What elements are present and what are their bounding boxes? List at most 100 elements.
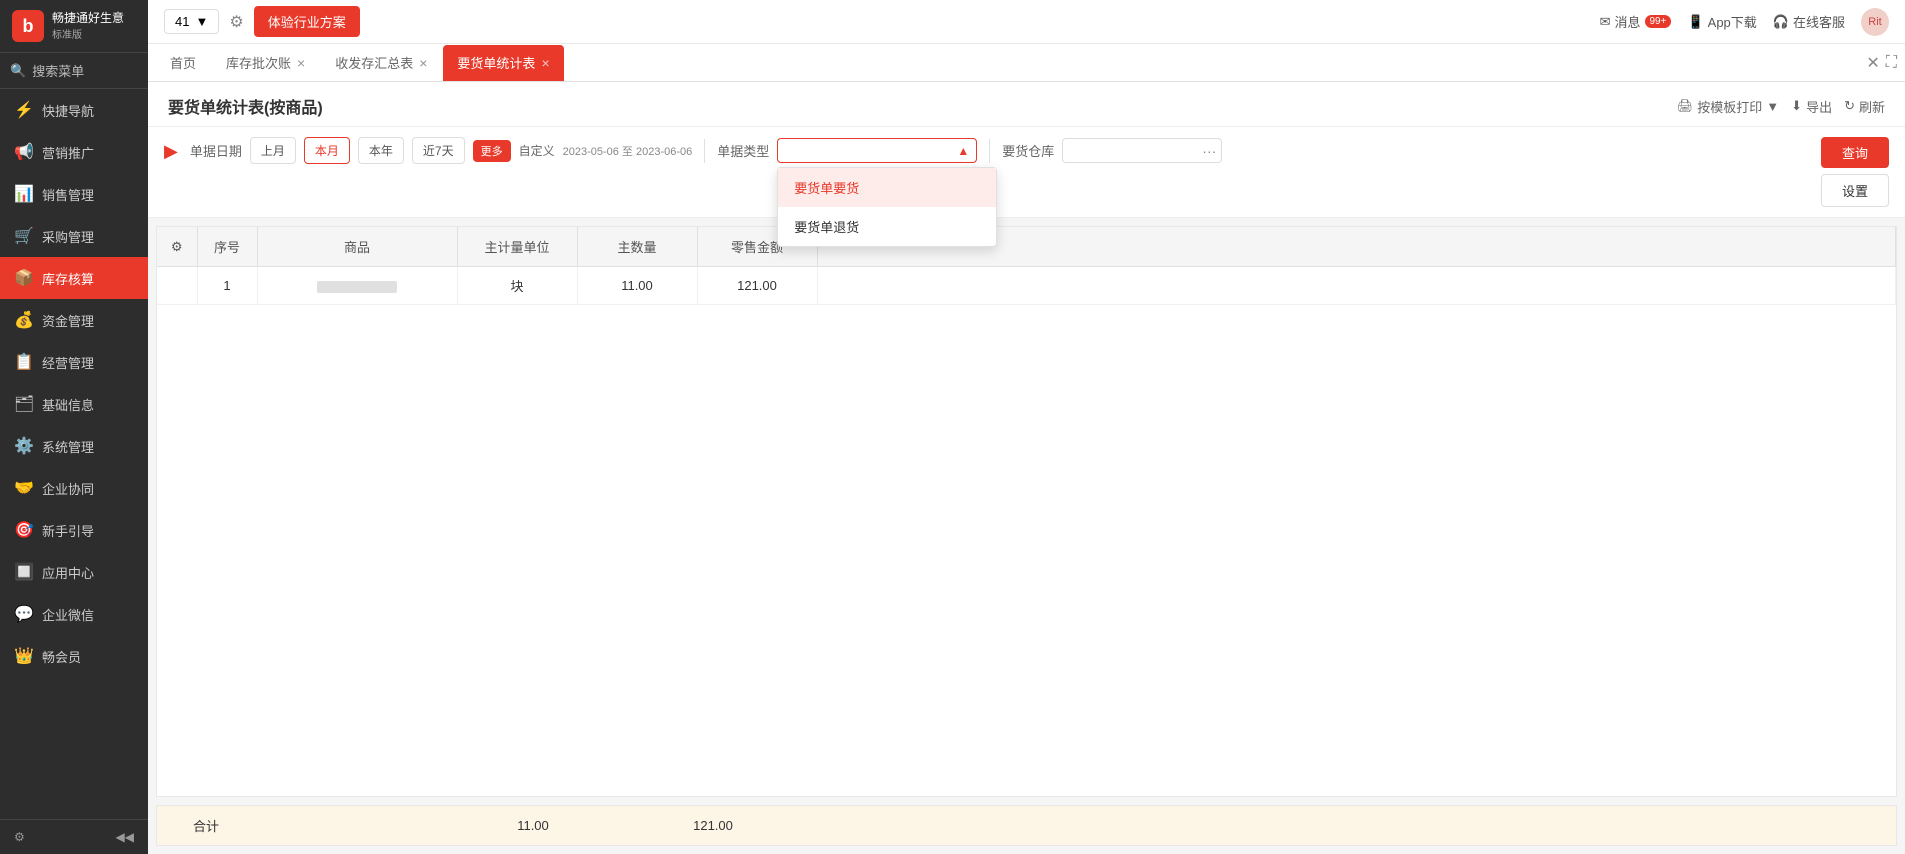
sidebar-collapse-btn[interactable]: ◀◀ — [116, 830, 134, 844]
print-button[interactable]: 🖨 按模板打印 ▼ — [1677, 97, 1779, 116]
warehouse-more-icon[interactable]: ··· — [1202, 143, 1216, 159]
type-option-yaohuo[interactable]: 要货单要货 — [778, 168, 996, 207]
main-content: 41 ▼ ⚙ 体验行业方案 ✉ 消息 99+ 📱 App下载 🎧 在线客服 Ri… — [148, 0, 1905, 854]
page-header: 要货单统计表(按商品) 🖨 按模板打印 ▼ ⬇ 导出 ↻ 刷新 — [148, 82, 1905, 127]
header-settings-icon[interactable]: ⚙ — [229, 12, 243, 32]
tab-order-stats[interactable]: 要货单统计表 × — [443, 45, 563, 81]
query-button[interactable]: 查询 — [1821, 137, 1889, 168]
sidebar-item-label: 资金管理 — [42, 311, 94, 330]
warehouse-label: 要货仓库 — [1002, 141, 1054, 160]
refresh-icon: ↻ — [1844, 98, 1855, 114]
export-button[interactable]: ⬇ 导出 — [1791, 97, 1832, 116]
sidebar-item-marketing[interactable]: 📢 营销推广 — [0, 131, 148, 173]
type-dropdown-arrow[interactable]: ▲ — [957, 144, 969, 158]
refresh-button[interactable]: ↻ 刷新 — [1844, 97, 1885, 116]
service-icon: 🎧 — [1773, 14, 1789, 30]
export-icon: ⬇ — [1791, 98, 1802, 114]
sidebar-item-wechat[interactable]: 💬 企业微信 — [0, 593, 148, 635]
row-no-cell: 1 — [197, 267, 257, 305]
export-label: 导出 — [1806, 97, 1832, 116]
date-range: 2023-05-06 至 2023-06-06 — [563, 143, 693, 159]
tab-receivable-summary-label: 收发存汇总表 — [335, 53, 413, 72]
date-this-year[interactable]: 本年 — [358, 137, 404, 164]
sidebar-item-label: 基础信息 — [42, 395, 94, 414]
page-body: 要货单统计表(按商品) 🖨 按模板打印 ▼ ⬇ 导出 ↻ 刷新 ▶ — [148, 82, 1905, 854]
refresh-label: 刷新 — [1859, 97, 1885, 116]
filter-toggle-icon[interactable]: ▶ — [164, 141, 178, 162]
sidebar-item-enterprise[interactable]: 🤝 企业协同 — [0, 467, 148, 509]
sidebar-item-label: 营销推广 — [42, 143, 94, 162]
app-download[interactable]: 📱 App下载 — [1687, 12, 1756, 31]
sidebar-item-label: 新手引导 — [42, 521, 94, 540]
tab-inventory-batch-close[interactable]: × — [297, 55, 305, 71]
tab-receivable-summary[interactable]: 收发存汇总表 × — [321, 45, 441, 81]
sidebar-item-inventory[interactable]: 📦 库存核算 — [0, 257, 148, 299]
print-icon: 🖨 — [1677, 98, 1694, 114]
tab-inventory-batch[interactable]: 库存批次账 × — [212, 45, 319, 81]
settings-footer-icon[interactable]: ⚙ — [14, 830, 25, 844]
sidebar-item-quick-nav[interactable]: ⚡ 快捷导航 — [0, 89, 148, 131]
total-qty: 11.00 — [433, 818, 633, 833]
table-container: ⚙ 序号 商品 主计量单位 主数量 零售金额 1 — [156, 226, 1897, 797]
tab-fullscreen[interactable]: ⛶ — [1886, 54, 1897, 72]
collapse-icon: ◀◀ — [116, 830, 134, 844]
type-dropdown-input[interactable] — [777, 138, 977, 163]
warehouse-wrapper: ··· — [1062, 138, 1222, 163]
sidebar-item-guide[interactable]: 🎯 新手引导 — [0, 509, 148, 551]
filter-divider — [704, 139, 705, 163]
date-more-btn[interactable]: 更多 — [473, 140, 511, 162]
top-header: 41 ▼ ⚙ 体验行业方案 ✉ 消息 99+ 📱 App下载 🎧 在线客服 Ri… — [148, 0, 1905, 44]
warehouse-input[interactable] — [1062, 138, 1222, 163]
sidebar-item-basic[interactable]: 🗂 基础信息 — [0, 383, 148, 425]
app-sub: 标准版 — [52, 26, 124, 41]
sidebar-item-label: 系统管理 — [42, 437, 94, 456]
sidebar-item-app-center[interactable]: 🔲 应用中心 — [0, 551, 148, 593]
col-no: 序号 — [197, 227, 257, 267]
sidebar-item-label: 销售管理 — [42, 185, 94, 204]
sidebar-item-label: 库存核算 — [42, 269, 94, 288]
sidebar-item-finance[interactable]: 💰 资金管理 — [0, 299, 148, 341]
set-button[interactable]: 设置 — [1821, 174, 1889, 207]
data-table: ⚙ 序号 商品 主计量单位 主数量 零售金额 1 — [157, 227, 1896, 305]
type-label: 单据类型 — [717, 141, 769, 160]
trial-button[interactable]: 体验行业方案 — [254, 6, 360, 37]
sidebar-item-sales[interactable]: 📊 销售管理 — [0, 173, 148, 215]
app-download-icon: 📱 — [1687, 14, 1703, 30]
sidebar-footer: ⚙ ◀◀ — [0, 819, 148, 854]
table-row: 1 块 11.00 121.00 — [157, 267, 1896, 305]
sidebar-item-system[interactable]: ⚙️ 系统管理 — [0, 425, 148, 467]
filter-area: ▶ 单据日期 上月 本月 本年 近7天 更多 自定义 2023-05-06 至 … — [148, 127, 1905, 218]
sidebar-item-purchase[interactable]: 🛒 采购管理 — [0, 215, 148, 257]
header-right: ✉ 消息 99+ 📱 App下载 🎧 在线客服 Rit — [1600, 8, 1889, 36]
col-settings[interactable]: ⚙ — [157, 227, 197, 267]
row-qty-cell: 11.00 — [577, 267, 697, 305]
total-label: 合计 — [173, 816, 433, 835]
app-center-icon: 🔲 — [14, 562, 32, 582]
search-menu[interactable]: 🔍 搜索菜单 — [0, 53, 148, 89]
message-icon: ✉ — [1600, 14, 1611, 30]
sidebar-item-vip[interactable]: 👑 畅会员 — [0, 635, 148, 677]
online-service[interactable]: 🎧 在线客服 — [1773, 12, 1845, 31]
sidebar-item-label: 快捷导航 — [42, 101, 94, 120]
sidebar-item-label: 企业协同 — [42, 479, 94, 498]
tab-order-stats-close[interactable]: × — [541, 55, 549, 71]
date-this-month[interactable]: 本月 — [304, 137, 350, 164]
date-prev-month[interactable]: 上月 — [250, 137, 296, 164]
date-last-7-days[interactable]: 近7天 — [412, 137, 465, 164]
tab-home[interactable]: 首页 — [156, 45, 210, 81]
tab-home-label: 首页 — [170, 53, 196, 72]
store-selector[interactable]: 41 ▼ — [164, 9, 219, 34]
tab-receivable-summary-close[interactable]: × — [419, 55, 427, 71]
col-settings-icon: ⚙ — [171, 239, 183, 254]
message-badge[interactable]: ✉ 消息 99+ — [1600, 12, 1672, 31]
user-avatar[interactable]: Rit — [1861, 8, 1889, 36]
date-custom[interactable]: 自定义 — [519, 142, 555, 159]
col-qty: 主数量 — [577, 227, 697, 267]
store-name: 41 — [175, 14, 189, 29]
sidebar-item-operation[interactable]: 📋 经营管理 — [0, 341, 148, 383]
type-option-tuihuo[interactable]: 要货单退货 — [778, 207, 996, 246]
tab-close-all[interactable]: ✕ — [1866, 53, 1879, 73]
guide-icon: 🎯 — [14, 520, 32, 540]
marketing-icon: 📢 — [14, 142, 32, 162]
type-dropdown-menu: 要货单要货 要货单退货 — [777, 167, 997, 247]
